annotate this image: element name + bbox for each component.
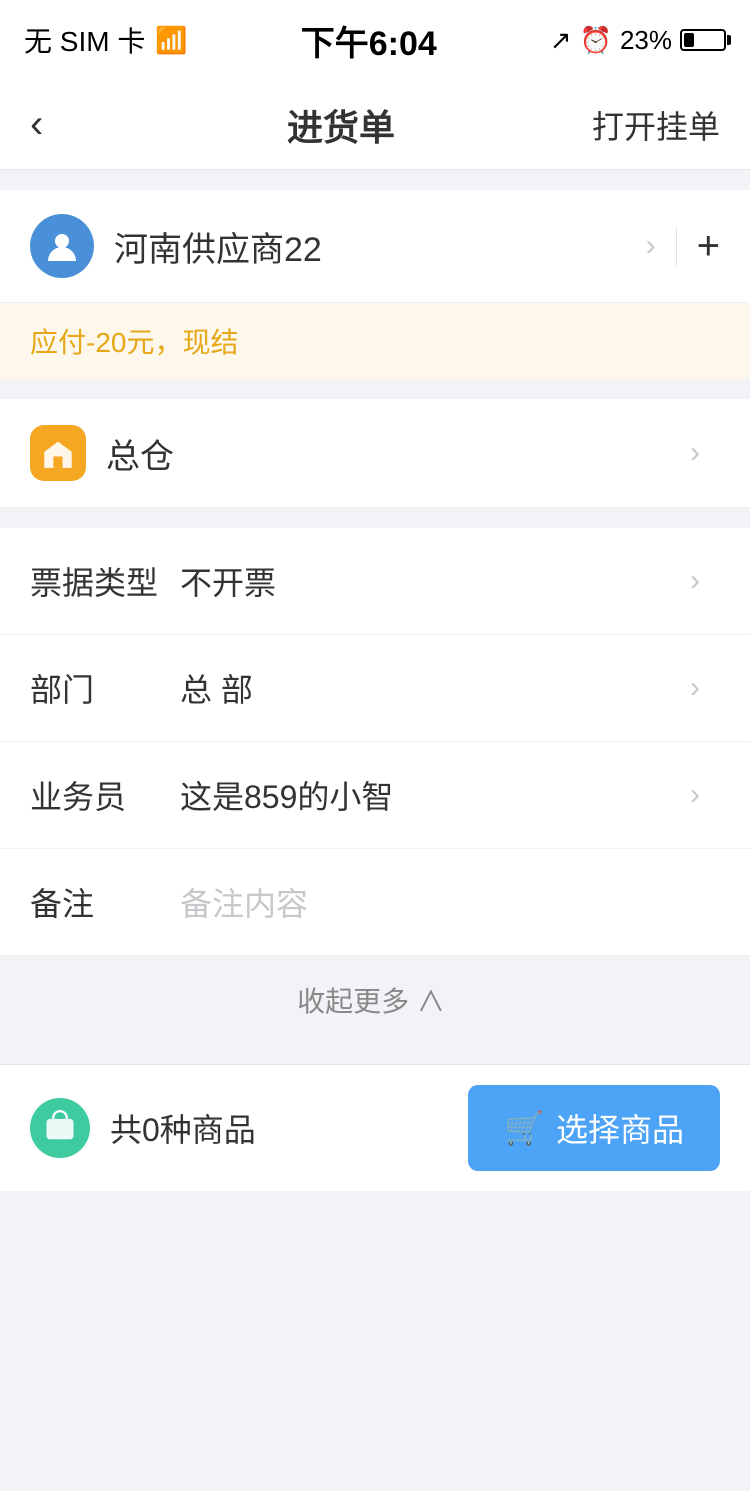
add-supplier-button[interactable]: + [697,224,720,269]
section-gap-3 [0,508,750,528]
supplier-row[interactable]: 河南供应商22 › + [0,190,750,303]
wifi-icon: 📶 [155,25,187,56]
remark-label: 备注 [30,879,170,925]
supplier-avatar [30,214,94,278]
supplier-chevron-icon: › [646,229,656,263]
status-time: 下午6:04 [301,16,437,65]
section-gap-4 [0,1044,750,1064]
ticket-type-row[interactable]: 票据类型 不开票 › [0,528,750,635]
department-chevron-icon: › [690,671,700,705]
alarm-icon: ⏰ [580,25,612,56]
section-gap-1 [0,170,750,190]
warehouse-name: 总仓 [106,429,690,478]
status-bar: 无 SIM 卡 📶 下午6:04 ↗ ⏰ 23% [0,0,750,80]
bottom-bar: 共0种商品 🛒 选择商品 [0,1064,750,1191]
collapse-button[interactable]: 收起更多 ∧ [0,956,750,1044]
supplier-divider [676,226,677,266]
warehouse-row[interactable]: 总仓 › [0,399,750,508]
collapse-label: 收起更多 ∧ [297,980,445,1020]
select-btn-icon: 🛒 [504,1109,544,1147]
page-title: 进货单 [287,99,395,151]
empty-space [0,1191,750,1491]
status-left: 无 SIM 卡 📶 [24,20,188,60]
warehouse-chevron-icon: › [690,436,700,470]
supplier-notice: 应付-20元，现结 [0,303,750,379]
house-icon [42,437,74,469]
battery-icon [680,29,726,51]
location-icon: ↗ [550,25,572,56]
salesperson-value: 这是859的小智 [170,772,690,818]
department-row[interactable]: 部门 总 部 › [0,635,750,742]
open-pending-button[interactable]: 打开挂单 [592,102,720,148]
ticket-type-label: 票据类型 [30,558,170,604]
form-section: 票据类型 不开票 › 部门 总 部 › 业务员 这是859的小智 › 备注 备注… [0,528,750,956]
warehouse-icon [30,425,86,481]
carrier-text: 无 SIM 卡 [24,20,145,60]
ticket-type-chevron-icon: › [690,564,700,598]
back-button[interactable]: ‹ [30,102,90,147]
person-icon [44,228,80,264]
department-value: 总 部 [170,665,690,711]
product-icon [30,1098,90,1158]
supplier-name: 河南供应商22 [114,222,646,271]
status-right: ↗ ⏰ 23% [550,25,726,56]
warehouse-section: 总仓 › [0,399,750,508]
nav-bar: ‹ 进货单 打开挂单 [0,80,750,170]
select-product-button[interactable]: 🛒 选择商品 [468,1085,720,1171]
product-count: 共0种商品 [110,1105,468,1151]
cart-icon [42,1110,78,1146]
battery-percent: 23% [620,25,672,56]
salesperson-label: 业务员 [30,772,170,818]
department-label: 部门 [30,665,170,711]
remark-input[interactable]: 备注内容 [170,879,720,925]
salesperson-row[interactable]: 业务员 这是859的小智 › [0,742,750,849]
supplier-section: 河南供应商22 › + 应付-20元，现结 [0,190,750,379]
salesperson-chevron-icon: › [690,778,700,812]
select-btn-label: 选择商品 [556,1105,684,1151]
remark-row[interactable]: 备注 备注内容 [0,849,750,956]
ticket-type-value: 不开票 [170,558,690,604]
section-gap-2 [0,379,750,399]
